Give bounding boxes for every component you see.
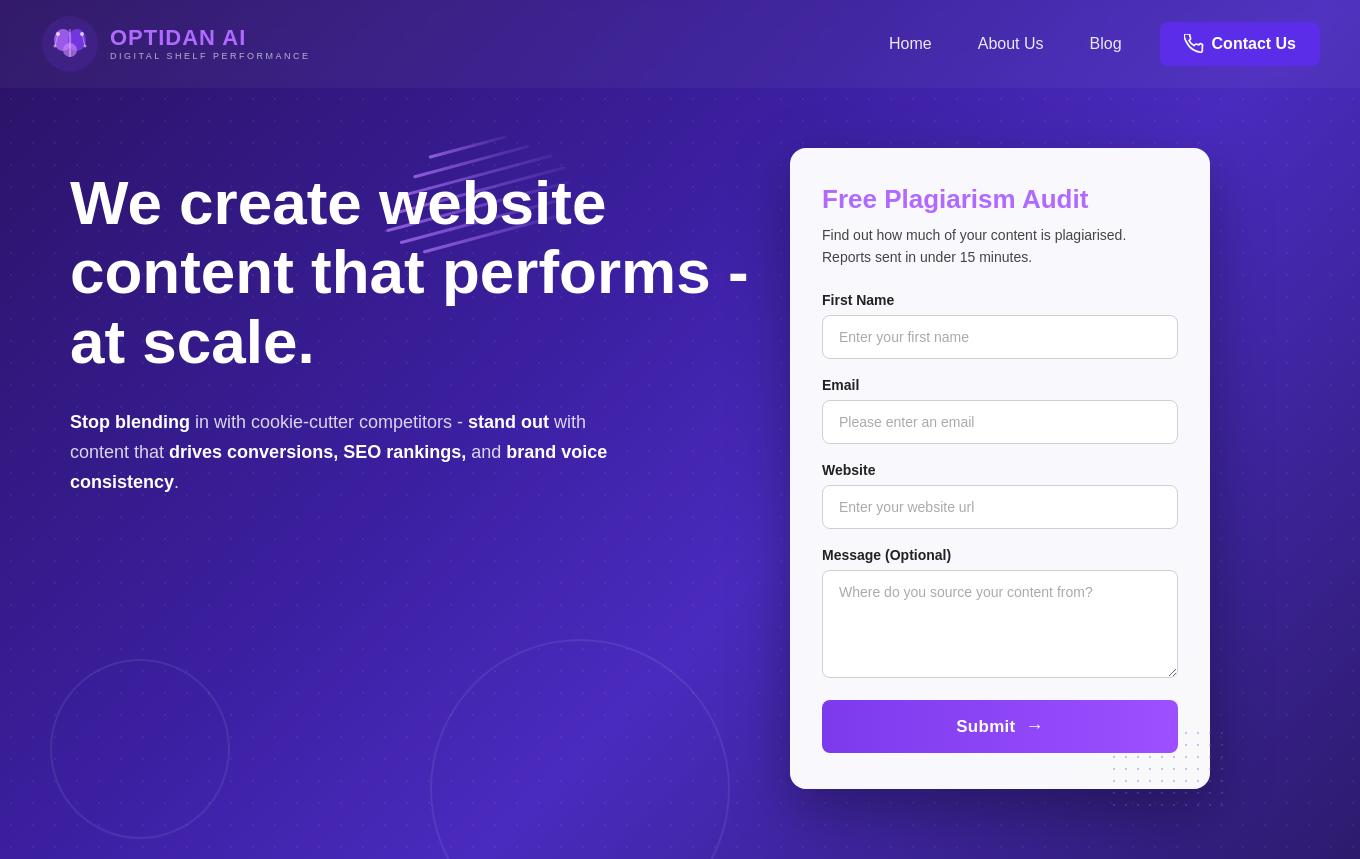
hero-body-text-6: and [466, 442, 506, 462]
submit-label: Submit [956, 717, 1015, 737]
hero-left: We create website content that performs … [70, 148, 750, 497]
nav-about[interactable]: About Us [960, 27, 1062, 61]
hero-section: We create website content that performs … [0, 88, 1360, 859]
logo-sub: Digital Shelf Performance [110, 52, 311, 61]
message-textarea[interactable] [822, 570, 1178, 678]
logo-icon [40, 14, 100, 74]
hero-body-stand-out: stand out [468, 412, 549, 432]
logo-name: OPTIDAN AI [110, 27, 311, 49]
form-card: Free Plagiarism Audit Find out how much … [790, 148, 1210, 789]
navbar: OPTIDAN AI Digital Shelf Performance Hom… [0, 0, 1360, 88]
email-label: Email [822, 377, 1178, 393]
nav-home[interactable]: Home [871, 27, 950, 61]
hero-headline: We create website content that performs … [70, 168, 750, 376]
nav-blog[interactable]: Blog [1072, 27, 1140, 61]
website-group: Website [822, 462, 1178, 529]
phone-icon [1184, 34, 1204, 54]
logo-text: OPTIDAN AI Digital Shelf Performance [110, 27, 311, 61]
hero-body-text-2: in with cookie-cutter competitors - [190, 412, 468, 432]
first-name-group: First Name [822, 292, 1178, 359]
arrow-icon: → [1026, 716, 1044, 737]
form-subtitle: Find out how much of your content is pla… [822, 225, 1178, 268]
contact-button-label: Contact Us [1212, 35, 1296, 53]
website-input[interactable] [822, 485, 1178, 529]
message-group: Message (Optional) [822, 547, 1178, 682]
hero-body-stop-blending: Stop blending [70, 412, 190, 432]
website-label: Website [822, 462, 1178, 478]
hero-body-drives: drives conversions, SEO rankings, [169, 442, 466, 462]
hero-body-period: . [174, 472, 179, 492]
hero-body: Stop blending in with cookie-cutter comp… [70, 408, 630, 497]
logo[interactable]: OPTIDAN AI Digital Shelf Performance [40, 14, 311, 74]
email-input[interactable] [822, 400, 1178, 444]
submit-button[interactable]: Submit → [822, 700, 1178, 753]
nav-links: Home About Us Blog Contact Us [871, 22, 1320, 66]
contact-button[interactable]: Contact Us [1160, 22, 1320, 66]
first-name-input[interactable] [822, 315, 1178, 359]
form-title: Free Plagiarism Audit [822, 184, 1178, 215]
message-label: Message (Optional) [822, 547, 1178, 563]
first-name-label: First Name [822, 292, 1178, 308]
email-group: Email [822, 377, 1178, 444]
